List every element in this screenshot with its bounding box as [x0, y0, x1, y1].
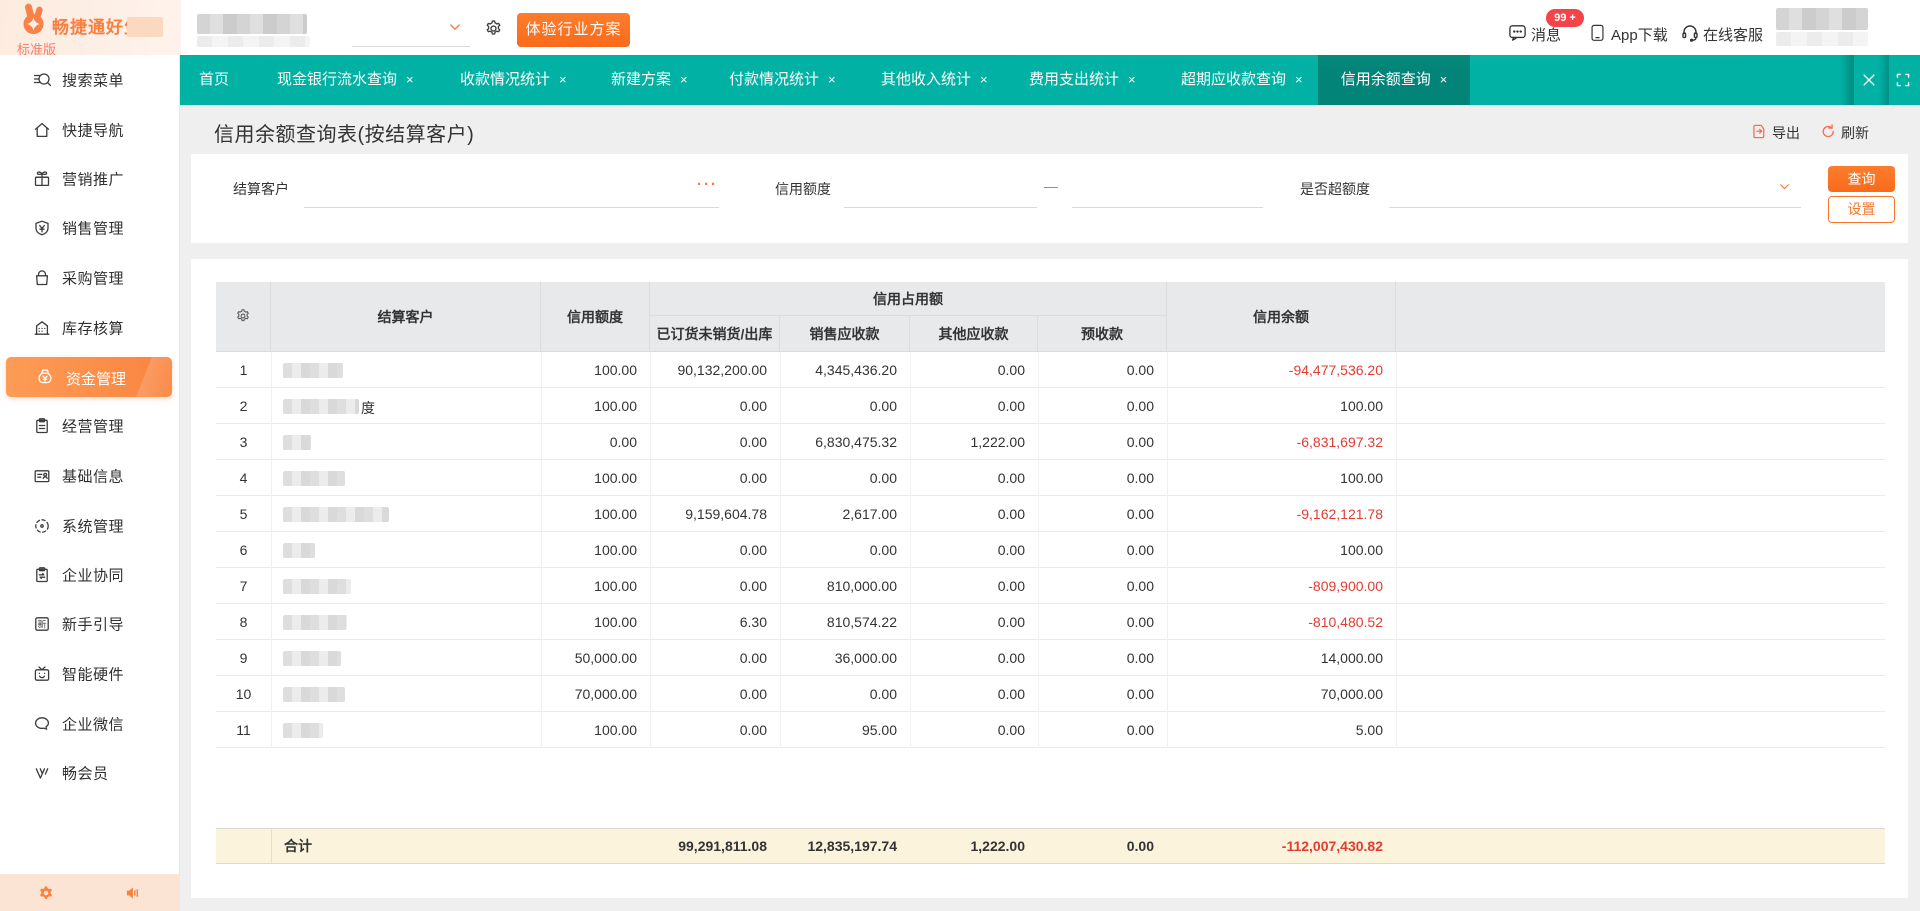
svg-text:新: 新 — [37, 618, 46, 629]
